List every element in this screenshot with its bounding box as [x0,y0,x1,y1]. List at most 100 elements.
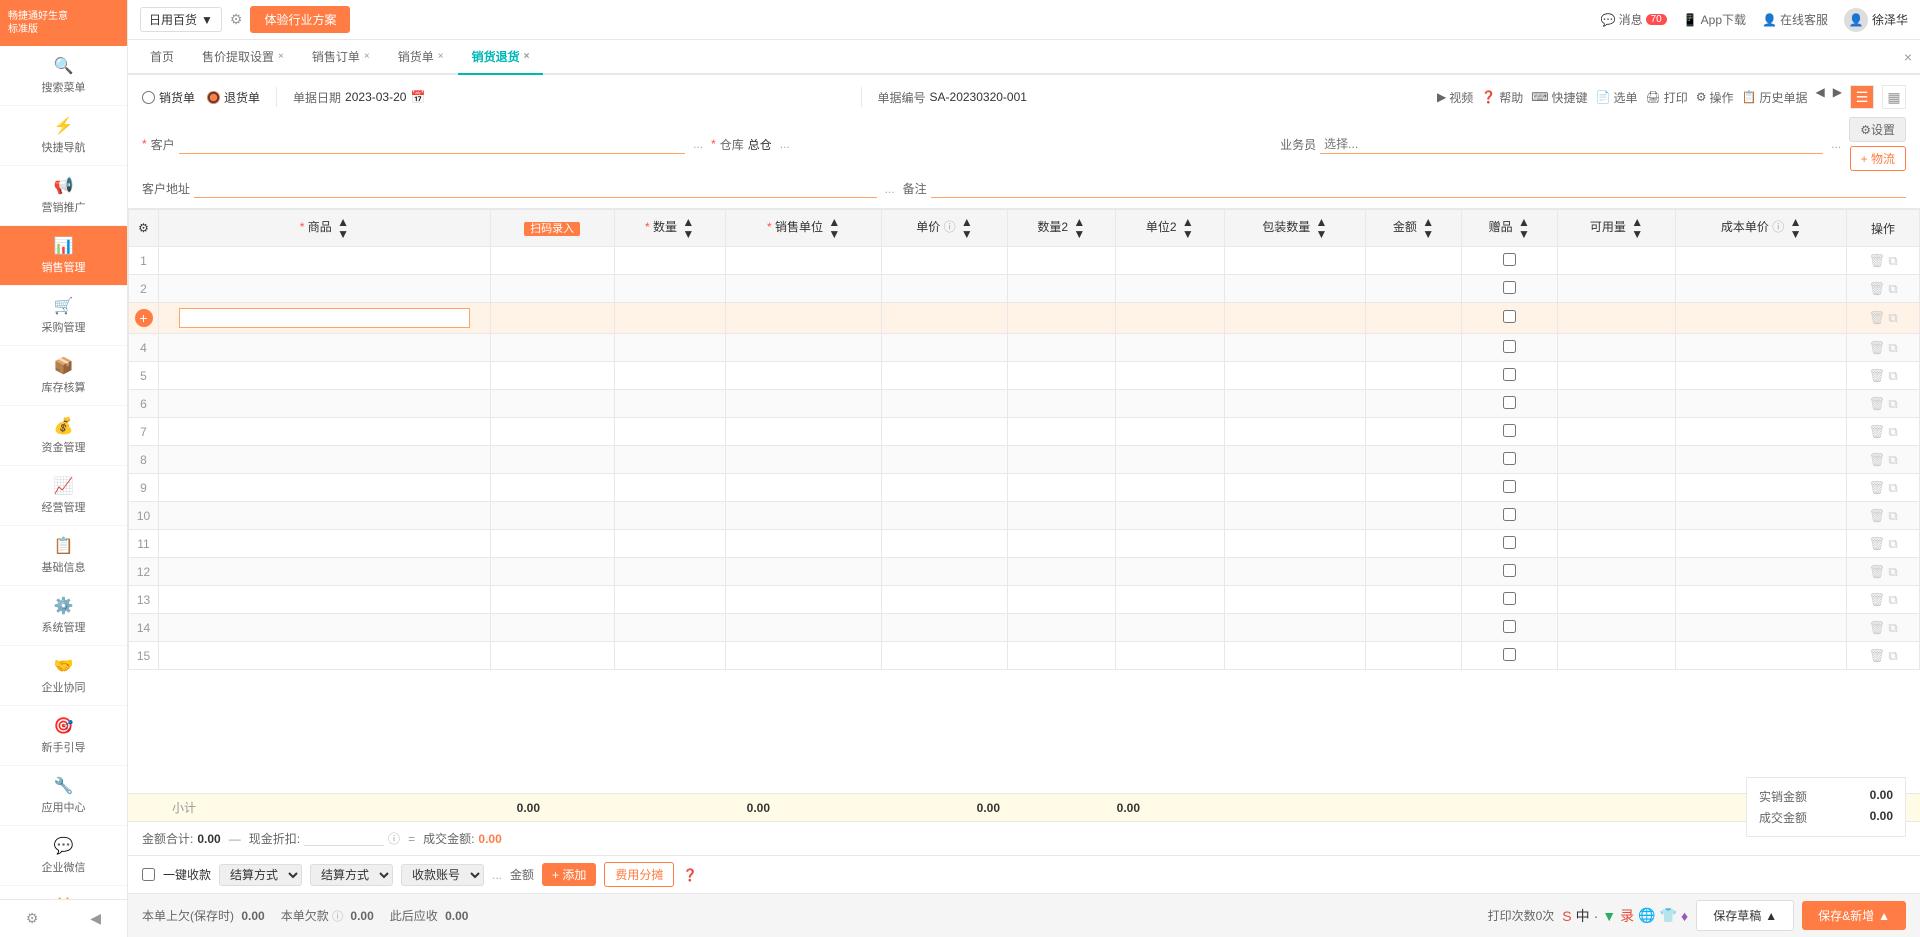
unit-cell[interactable] [725,334,882,362]
pack-cell[interactable] [1224,558,1366,586]
price-cell[interactable] [882,247,1007,275]
pack-cell[interactable] [1224,530,1366,558]
sort-icon[interactable]: ▲▼ [1518,216,1530,240]
gift-cell[interactable] [1461,334,1557,362]
account-dots-btn[interactable]: ... [492,868,502,882]
gift-cell[interactable] [1461,530,1557,558]
pack-cell[interactable] [1224,642,1366,670]
tab-close-icon[interactable]: × [438,51,444,62]
product-cell[interactable] [159,558,491,586]
amount-cell[interactable] [1366,247,1462,275]
payment-method-select[interactable]: 结算方式 现金 银行转账 [219,864,302,886]
cost-cell[interactable] [1676,642,1847,670]
price-cell[interactable] [882,502,1007,530]
header-settings-icon[interactable]: ⚙ [230,11,243,28]
taskbar-icon-4[interactable]: ▼ [1602,908,1616,924]
gift-checkbox[interactable] [1503,368,1516,381]
tab-sales-return[interactable]: 销货退货 × [458,40,544,75]
unit-cell[interactable] [725,446,882,474]
pack-cell[interactable] [1224,362,1366,390]
qty2-cell[interactable] [1007,446,1116,474]
cost-cell[interactable] [1676,275,1847,303]
delete-icon[interactable]: 🗑 [1868,648,1885,663]
unit-cell[interactable] [725,362,882,390]
close-all-tabs-icon[interactable]: × [1904,49,1912,65]
scan-cell[interactable] [490,446,614,474]
available-cell[interactable] [1557,362,1676,390]
qty2-cell[interactable] [1007,303,1116,334]
gift-cell[interactable] [1461,446,1557,474]
delete-icon[interactable]: 🗑 [1868,310,1885,325]
cost-cell[interactable] [1676,390,1847,418]
price-cell[interactable] [882,446,1007,474]
qty-cell[interactable] [614,586,725,614]
tab-close-icon[interactable]: × [364,51,370,62]
delete-icon[interactable]: 🗑 [1868,452,1885,467]
sort-icon[interactable]: ▲▼ [1316,216,1328,240]
gift-cell[interactable] [1461,303,1557,334]
qty-cell[interactable] [614,334,725,362]
delete-icon[interactable]: 🗑 [1868,592,1885,607]
collapse-icon[interactable]: ◀ [90,910,101,927]
unit-cell[interactable] [725,303,882,334]
save-new-button[interactable]: 保存&新增 ▲ [1802,901,1906,930]
available-cell[interactable] [1557,334,1676,362]
copy-icon[interactable]: ⧉ [1888,452,1897,467]
sidebar-item-guide[interactable]: 🎯 新手引导 [0,706,127,766]
product-cell[interactable] [159,418,491,446]
gift-cell[interactable] [1461,275,1557,303]
gift-cell[interactable] [1461,586,1557,614]
scan-cell[interactable] [490,390,614,418]
gift-checkbox[interactable] [1503,452,1516,465]
unit2-cell[interactable] [1116,642,1225,670]
copy-icon[interactable]: ⧉ [1888,368,1897,383]
qty2-cell[interactable] [1007,614,1116,642]
gift-cell[interactable] [1461,642,1557,670]
customer-input[interactable] [179,135,685,154]
one-click-checkbox[interactable] [142,868,155,881]
message-action[interactable]: 💬 消息 70 [1601,11,1667,28]
grid-view-btn[interactable]: ▦ [1882,85,1906,109]
sidebar-item-inventory[interactable]: 📦 库存核算 [0,346,127,406]
product-cell[interactable] [159,642,491,670]
prev-record-icon[interactable]: ◀ [1816,85,1825,109]
amount-cell[interactable] [1366,642,1462,670]
scan-cell[interactable] [490,502,614,530]
sort-icon[interactable]: ▲▼ [1073,216,1085,240]
gift-checkbox[interactable] [1503,536,1516,549]
sidebar-item-wechat[interactable]: 💬 企业微信 [0,826,127,886]
available-cell[interactable] [1557,275,1676,303]
setup-button[interactable]: ⚙设置 [1849,117,1906,142]
copy-icon[interactable]: ⧉ [1888,508,1897,523]
sidebar-item-purchase[interactable]: 🛒 采购管理 [0,286,127,346]
amount-cell[interactable] [1366,362,1462,390]
gift-cell[interactable] [1461,362,1557,390]
qty2-cell[interactable] [1007,642,1116,670]
copy-icon[interactable]: ⧉ [1888,396,1897,411]
gift-checkbox[interactable] [1503,281,1516,294]
copy-icon[interactable]: ⧉ [1888,648,1897,663]
qty-cell[interactable] [614,502,725,530]
copy-icon[interactable]: ⧉ [1888,310,1897,325]
delete-icon[interactable]: 🗑 [1868,564,1885,579]
daily-select[interactable]: 日用百货 ▼ [140,7,222,32]
sidebar-item-operations[interactable]: 📈 经营管理 [0,466,127,526]
amount-cell[interactable] [1366,303,1462,334]
copy-icon[interactable]: ⧉ [1888,424,1897,439]
copy-icon[interactable]: ⧉ [1888,340,1897,355]
gift-checkbox[interactable] [1503,424,1516,437]
pack-cell[interactable] [1224,614,1366,642]
unit2-cell[interactable] [1116,334,1225,362]
taskbar-icon-1[interactable]: S [1562,908,1571,924]
cost-cell[interactable] [1676,586,1847,614]
delete-icon[interactable]: 🗑 [1868,536,1885,551]
cost-cell[interactable] [1676,247,1847,275]
scan-cell[interactable] [490,474,614,502]
available-cell[interactable] [1557,303,1676,334]
qty2-cell[interactable] [1007,418,1116,446]
settings-bottom-icon[interactable]: ⚙ [26,910,39,927]
gift-cell[interactable] [1461,390,1557,418]
delete-icon[interactable]: 🗑 [1868,620,1885,635]
amount-cell[interactable] [1366,558,1462,586]
unit2-cell[interactable] [1116,303,1225,334]
